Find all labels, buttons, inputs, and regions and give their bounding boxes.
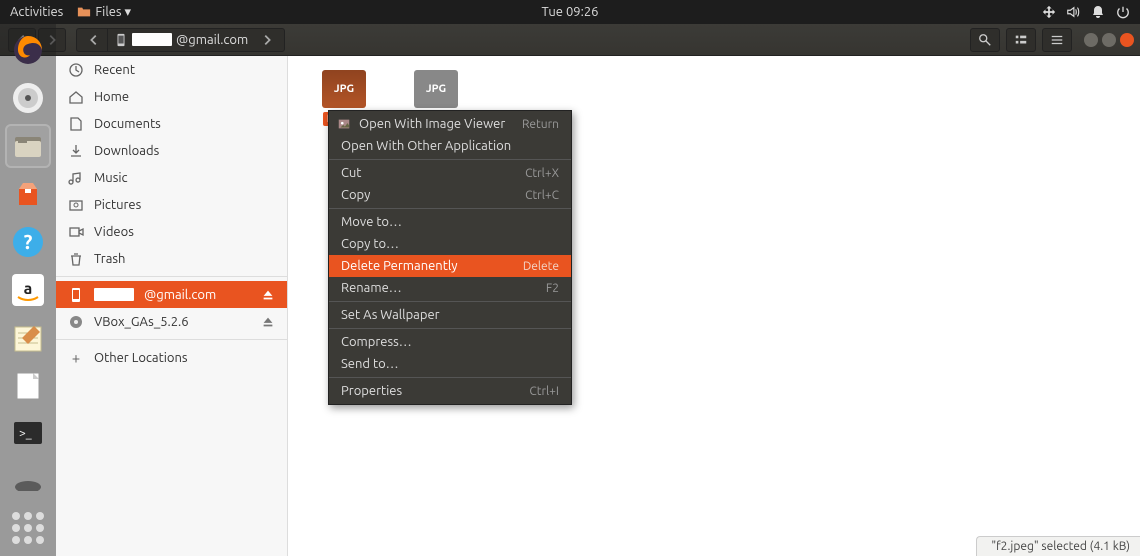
sidebar-item-pictures[interactable]: Pictures (56, 191, 287, 218)
sidebar-item-recent[interactable]: Recent (56, 56, 287, 83)
redacted-text (94, 288, 134, 301)
ctx-open-other[interactable]: Open With Other Application (329, 135, 571, 157)
svg-text:?: ? (24, 230, 33, 253)
context-menu: Open With Image ViewerReturn Open With O… (328, 110, 572, 405)
path-segment-mount[interactable]: @gmail.com (108, 29, 254, 51)
ctx-open-default[interactable]: Open With Image ViewerReturn (329, 113, 571, 135)
clock[interactable]: Tue 09:26 (542, 5, 599, 19)
sidebar-item-music[interactable]: Music (56, 164, 287, 191)
activities-button[interactable]: Activities (10, 5, 63, 19)
image-viewer-icon (337, 117, 351, 131)
chevron-right-icon (260, 33, 274, 47)
dock-amazon[interactable]: a (5, 268, 51, 312)
sidebar-item-documents[interactable]: Documents (56, 110, 287, 137)
phone-icon (114, 33, 128, 47)
window-header: @gmail.com (0, 24, 1140, 56)
jpg-thumbnail-icon: JPG (414, 70, 458, 108)
list-view-icon (1014, 33, 1028, 47)
chevron-left-icon (87, 33, 101, 47)
search-button[interactable] (970, 28, 1000, 52)
svg-text:>_: >_ (19, 427, 32, 440)
top-panel: Activities Files ▾ Tue 09:26 (0, 0, 1140, 24)
sidebar-item-mount-phone[interactable]: @gmail.com (56, 281, 287, 308)
ctx-cut[interactable]: CutCtrl+X (329, 162, 571, 184)
network-icon[interactable] (1042, 5, 1056, 19)
app-menu-files[interactable]: Files ▾ (77, 5, 131, 20)
dock-software[interactable] (5, 172, 51, 216)
sidebar-item-mount-vbox[interactable]: VBox_GAs_5.2.6 (56, 308, 287, 335)
hamburger-button[interactable] (1042, 28, 1072, 52)
dock-rhythmbox[interactable] (5, 76, 51, 120)
folder-icon (77, 5, 91, 19)
volume-icon[interactable] (1066, 5, 1080, 19)
eject-icon[interactable] (261, 288, 275, 302)
redacted-text (132, 33, 172, 46)
sidebar-item-downloads[interactable]: Downloads (56, 137, 287, 164)
places-sidebar: Recent Home Documents Downloads Music Pi… (56, 56, 288, 556)
ctx-delete-permanently[interactable]: Delete PermanentlyDelete (329, 255, 571, 277)
search-icon (978, 33, 992, 47)
dock-help[interactable]: ? (5, 220, 51, 264)
dock-notes[interactable] (5, 316, 51, 360)
dock-firefox[interactable] (5, 28, 51, 72)
ctx-move-to[interactable]: Move to… (329, 211, 571, 233)
svg-text:a: a (24, 280, 33, 298)
dock-libreoffice[interactable] (5, 364, 51, 408)
view-toggle-button[interactable] (1006, 28, 1036, 52)
ctx-send-to[interactable]: Send to… (329, 353, 571, 375)
dock-files[interactable] (5, 124, 51, 168)
ctx-rename[interactable]: Rename…F2 (329, 277, 571, 299)
dock-terminal[interactable]: >_ (5, 412, 51, 456)
maximize-button[interactable] (1102, 33, 1116, 47)
ctx-set-wallpaper[interactable]: Set As Wallpaper (329, 304, 571, 326)
ctx-compress[interactable]: Compress… (329, 331, 571, 353)
power-icon[interactable] (1116, 5, 1130, 19)
ctx-copy-to[interactable]: Copy to… (329, 233, 571, 255)
status-bar: "f2.jpeg" selected (4.1 kB) (976, 536, 1140, 556)
sidebar-item-videos[interactable]: Videos (56, 218, 287, 245)
launcher-dock: ? a >_ (0, 24, 56, 556)
ctx-copy[interactable]: CopyCtrl+C (329, 184, 571, 206)
show-applications-button[interactable] (12, 512, 44, 544)
sidebar-item-home[interactable]: Home (56, 83, 287, 110)
close-button[interactable] (1120, 33, 1134, 47)
jpg-thumbnail-icon: JPG (322, 70, 366, 108)
dock-extra[interactable] (5, 460, 51, 504)
eject-icon[interactable] (261, 315, 275, 329)
sidebar-item-other-locations[interactable]: +Other Locations (56, 344, 287, 371)
notification-icon[interactable] (1090, 4, 1106, 20)
sidebar-item-trash[interactable]: Trash (56, 245, 287, 272)
ctx-properties[interactable]: PropertiesCtrl+I (329, 380, 571, 402)
path-bar[interactable]: @gmail.com (76, 28, 285, 52)
hamburger-icon (1050, 33, 1064, 47)
minimize-button[interactable] (1084, 33, 1098, 47)
